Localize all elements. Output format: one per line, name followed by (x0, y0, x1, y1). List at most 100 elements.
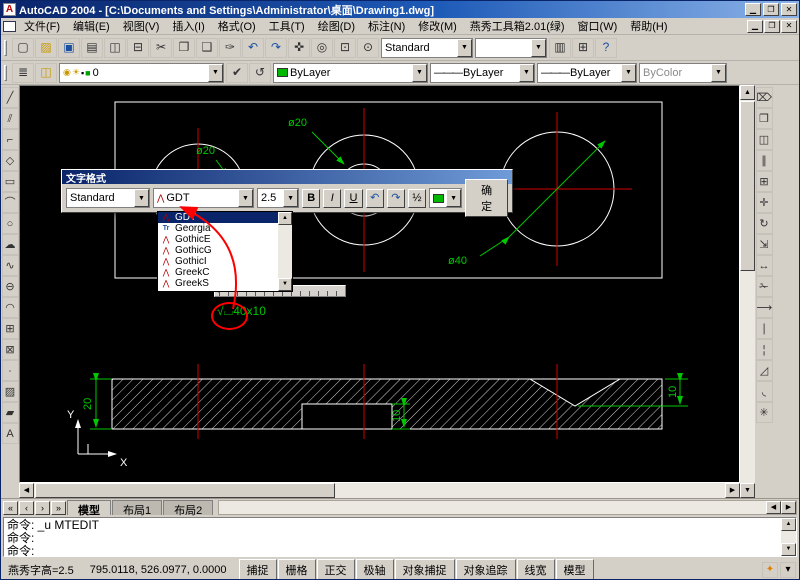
communication-center-icon[interactable]: ✦ (762, 562, 778, 578)
menu-item[interactable]: 插入(I) (166, 17, 210, 35)
scroll-down-icon[interactable]: ▼ (740, 483, 755, 498)
layer-previous-icon[interactable]: ↺ (249, 63, 271, 83)
menu-item[interactable]: 绘图(D) (312, 17, 361, 35)
undo-button[interactable]: ↶ (366, 189, 384, 208)
horizontal-scrollbar[interactable]: ◀ ▶ (19, 483, 740, 498)
tab-scrollbar[interactable]: ◀ ▶ (218, 500, 797, 515)
ellipse-icon[interactable]: ⊖ (2, 276, 19, 297)
designcenter-icon[interactable]: ⊞ (572, 38, 594, 58)
scroll-down-icon[interactable]: ▼ (278, 278, 292, 291)
properties-icon[interactable]: ▥ (549, 38, 571, 58)
make-object-layer-current-icon[interactable]: ✔ (226, 63, 248, 83)
plot-preview-icon[interactable]: ◫ (104, 38, 126, 58)
copy-icon[interactable]: ❐ (173, 38, 195, 58)
snap-toggle[interactable]: 捕捉 (239, 559, 277, 580)
grid-toggle[interactable]: 栅格 (278, 559, 316, 580)
menu-item[interactable]: 编辑(E) (67, 17, 116, 35)
scroll-right-icon[interactable]: ▶ (725, 483, 740, 498)
italic-button[interactable]: I (323, 189, 341, 208)
offset-icon[interactable]: ∥ (756, 150, 773, 171)
dialog-style-combo[interactable]: Standard ▼ (66, 188, 150, 208)
close-button[interactable]: ✕ (781, 3, 797, 16)
hatch-icon[interactable]: ▨ (2, 381, 19, 402)
tab-last-button[interactable]: » (51, 501, 66, 515)
tray-arrow-icon[interactable]: ▾ (780, 562, 796, 578)
minimize-button[interactable]: ▁ (745, 3, 761, 16)
text-style-combo[interactable]: Standard ▼ (381, 38, 473, 58)
dialog-color-combo[interactable]: ▼ (429, 188, 462, 208)
tab-model[interactable]: 模型 (67, 500, 111, 515)
chamfer-icon[interactable]: ◿ (756, 360, 773, 381)
cut-icon[interactable]: ✂ (150, 38, 172, 58)
toolbar-grip[interactable] (4, 65, 7, 81)
new-icon[interactable]: ▢ (12, 38, 34, 58)
trim-icon[interactable]: ✁ (756, 276, 773, 297)
spline-icon[interactable]: ∿ (2, 255, 19, 276)
underline-button[interactable]: U (344, 189, 362, 208)
stack-button[interactable]: ½ (408, 189, 426, 208)
drawing-viewport[interactable]: ø20 ø20 ø40 20 10 10 (19, 85, 740, 483)
menu-item[interactable]: 文件(F) (18, 17, 66, 35)
polar-toggle[interactable]: 极轴 (356, 559, 394, 580)
model-toggle[interactable]: 模型 (556, 559, 594, 580)
menu-item[interactable]: 修改(M) (412, 17, 463, 35)
erase-icon[interactable]: ⌦ (756, 87, 773, 108)
command-scrollbar[interactable]: ▲ ▼ (781, 518, 796, 556)
bold-button[interactable]: B (302, 189, 320, 208)
menu-item[interactable]: 工具(T) (263, 17, 311, 35)
horizontal-scroll-thumb[interactable] (35, 483, 335, 498)
point-icon[interactable]: ∙ (2, 360, 19, 381)
lineweight-combo[interactable]: ——— ByLayer ▼ (537, 63, 637, 83)
menu-item[interactable]: 视图(V) (117, 17, 166, 35)
plotstyle-combo[interactable]: ByColor ▼ (639, 63, 727, 83)
redo-button[interactable]: ↷ (387, 189, 405, 208)
mtext-icon[interactable]: A (2, 423, 19, 444)
open-icon[interactable]: ▨ (35, 38, 57, 58)
circle-icon[interactable]: ○ (2, 213, 19, 234)
layer-combo[interactable]: ◉☀▪■ 0 ▼ (59, 63, 224, 83)
rotate-icon[interactable]: ↻ (756, 213, 773, 234)
line-icon[interactable]: ╱ (2, 87, 19, 108)
child-minimize-button[interactable]: ▁ (747, 20, 763, 33)
linetype-combo[interactable]: ——— ByLayer ▼ (430, 63, 535, 83)
make-block-icon[interactable]: ⊠ (2, 339, 19, 360)
menu-item[interactable]: 标注(N) (362, 17, 411, 35)
tab-layout2[interactable]: 布局2 (163, 500, 213, 515)
scroll-up-icon[interactable]: ▲ (740, 85, 755, 100)
dialog-title-bar[interactable]: 文字格式 (62, 170, 512, 184)
scroll-up-icon[interactable]: ▲ (781, 518, 796, 531)
scroll-left-icon[interactable]: ◀ (766, 501, 781, 514)
tab-first-button[interactable]: « (3, 501, 18, 515)
revcloud-icon[interactable]: ☁ (2, 234, 19, 255)
move-icon[interactable]: ✛ (756, 192, 773, 213)
menu-item[interactable]: 格式(O) (212, 17, 262, 35)
menu-item[interactable]: 窗口(W) (572, 17, 624, 35)
paste-icon[interactable]: ❑ (196, 38, 218, 58)
redo-icon[interactable]: ↷ (265, 38, 287, 58)
scroll-up-icon[interactable]: ▲ (278, 212, 292, 225)
dialog-height-combo[interactable]: 2.5 ▼ (257, 188, 299, 208)
toolbar-grip[interactable] (4, 40, 7, 56)
child-close-button[interactable]: ✕ (781, 20, 797, 33)
zoom-previous-icon[interactable]: ⊙ (357, 38, 379, 58)
command-input-area[interactable]: ▲ ▼ 命令: _u MTEDIT命令:命令: (3, 517, 797, 557)
copy-object-icon[interactable]: ❐ (756, 108, 773, 129)
tab-prev-button[interactable]: ‹ (19, 501, 34, 515)
tab-next-button[interactable]: › (35, 501, 50, 515)
scroll-right-icon[interactable]: ▶ (781, 501, 796, 514)
polyline-icon[interactable]: ⌐ (2, 129, 19, 150)
scroll-down-icon[interactable]: ▼ (781, 543, 796, 556)
ortho-toggle[interactable]: 正交 (317, 559, 355, 580)
fillet-icon[interactable]: ◟ (756, 381, 773, 402)
vertical-scrollbar[interactable]: ▲ ▼ (740, 85, 755, 498)
explode-icon[interactable]: ✳ (756, 402, 773, 423)
scale-icon[interactable]: ⇲ (756, 234, 773, 255)
menu-item[interactable]: 燕秀工具箱2.01(绿) (464, 17, 571, 35)
polygon-icon[interactable]: ◇ (2, 150, 19, 171)
help-icon[interactable]: ? (595, 38, 617, 58)
menu-item[interactable]: 帮助(H) (624, 17, 673, 35)
ellipse-arc-icon[interactable]: ◠ (2, 297, 19, 318)
zoom-window-icon[interactable]: ⊡ (334, 38, 356, 58)
construction-line-icon[interactable]: ⫽ (2, 108, 19, 129)
font-list-scrollbar[interactable]: ▲ ▼ (278, 212, 292, 291)
